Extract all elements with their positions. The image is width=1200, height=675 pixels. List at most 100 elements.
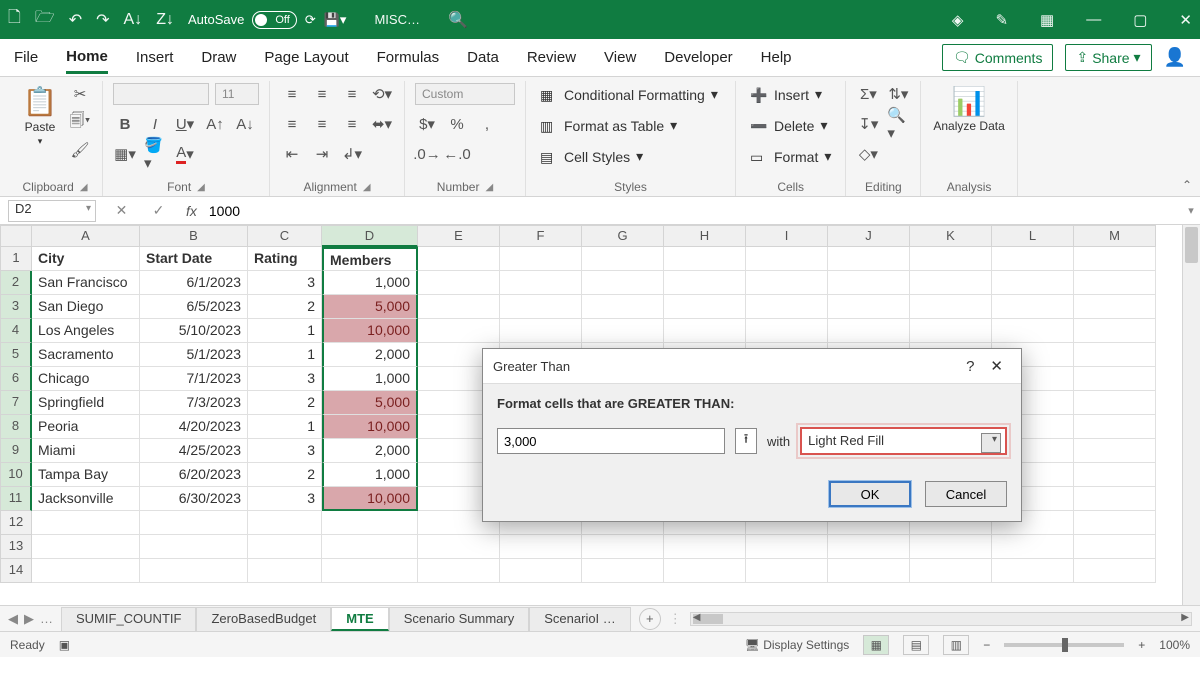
close-button[interactable]: ✕ bbox=[1179, 11, 1192, 29]
cell[interactable] bbox=[992, 247, 1074, 271]
sheet-tab[interactable]: SUMIF_COUNTIF bbox=[61, 607, 196, 631]
minimize-button[interactable]: — bbox=[1086, 11, 1101, 28]
row-header[interactable]: 6 bbox=[0, 367, 32, 391]
save-icon[interactable]: 💾▾ bbox=[324, 12, 347, 28]
refresh-icon[interactable]: ⟳ bbox=[305, 12, 316, 28]
cell[interactable] bbox=[248, 535, 322, 559]
cell[interactable]: 1 bbox=[248, 343, 322, 367]
share-button[interactable]: ⇪ Share ▾ bbox=[1065, 44, 1151, 71]
align-bottom-icon[interactable]: ≡ bbox=[340, 83, 364, 105]
align-center-icon[interactable]: ≡ bbox=[310, 113, 334, 135]
page-layout-view-icon[interactable]: ▤ bbox=[903, 635, 929, 655]
cell[interactable] bbox=[1074, 439, 1156, 463]
sort-asc-icon[interactable]: A↓ bbox=[124, 11, 143, 29]
cell[interactable] bbox=[828, 295, 910, 319]
page-break-view-icon[interactable]: ▥ bbox=[943, 635, 969, 655]
align-middle-icon[interactable]: ≡ bbox=[310, 83, 334, 105]
col-header-F[interactable]: F bbox=[500, 225, 582, 247]
add-sheet-button[interactable]: + bbox=[639, 608, 661, 630]
cell[interactable]: 6/1/2023 bbox=[140, 271, 248, 295]
cancel-button[interactable]: Cancel bbox=[925, 481, 1007, 507]
increase-decimal-icon[interactable]: .0→ bbox=[415, 143, 439, 165]
cell[interactable]: 2,000 bbox=[322, 439, 418, 463]
cell[interactable]: Los Angeles bbox=[32, 319, 140, 343]
currency-icon[interactable]: $▾ bbox=[415, 113, 439, 135]
cell[interactable]: 6/20/2023 bbox=[140, 463, 248, 487]
cell[interactable] bbox=[664, 535, 746, 559]
cell[interactable] bbox=[910, 247, 992, 271]
row-header[interactable]: 2 bbox=[0, 271, 32, 295]
tab-formulas[interactable]: Formulas bbox=[377, 43, 440, 72]
row-header[interactable]: 4 bbox=[0, 319, 32, 343]
cell[interactable] bbox=[500, 247, 582, 271]
cell[interactable] bbox=[992, 559, 1074, 583]
cell[interactable]: Miami bbox=[32, 439, 140, 463]
increase-indent-icon[interactable]: ⇥ bbox=[310, 143, 334, 165]
tab-data[interactable]: Data bbox=[467, 43, 499, 72]
cell[interactable] bbox=[992, 295, 1074, 319]
cell[interactable] bbox=[500, 319, 582, 343]
row-header[interactable]: 12 bbox=[0, 511, 32, 535]
cell[interactable] bbox=[828, 247, 910, 271]
cell[interactable]: 10,000 bbox=[322, 487, 418, 511]
cell[interactable]: Chicago bbox=[32, 367, 140, 391]
cell[interactable] bbox=[664, 295, 746, 319]
cell[interactable] bbox=[746, 319, 828, 343]
cell[interactable] bbox=[1074, 415, 1156, 439]
vertical-scrollbar[interactable] bbox=[1182, 225, 1200, 605]
cell[interactable]: Start Date bbox=[140, 247, 248, 271]
cell[interactable] bbox=[322, 535, 418, 559]
launcher-icon[interactable]: ◢ bbox=[485, 182, 493, 193]
cell[interactable] bbox=[582, 535, 664, 559]
col-header-G[interactable]: G bbox=[582, 225, 664, 247]
cell[interactable] bbox=[32, 511, 140, 535]
cell[interactable]: 1 bbox=[248, 319, 322, 343]
cell[interactable]: 2 bbox=[248, 295, 322, 319]
cell[interactable] bbox=[910, 535, 992, 559]
col-header-L[interactable]: L bbox=[992, 225, 1074, 247]
clear-icon[interactable]: ◇▾ bbox=[856, 143, 880, 165]
maximize-button[interactable]: ▢ bbox=[1133, 11, 1147, 29]
col-header-A[interactable]: A bbox=[32, 225, 140, 247]
launcher-icon[interactable]: ◢ bbox=[363, 182, 371, 193]
dialog-close-icon[interactable]: ✕ bbox=[982, 355, 1011, 377]
number-format-combo[interactable]: Custom bbox=[415, 83, 515, 105]
account-icon[interactable]: 👤 bbox=[1164, 47, 1186, 68]
autosum-icon[interactable]: Σ▾ bbox=[856, 83, 880, 105]
format-as-table-button[interactable]: ▥Format as Table ▾ bbox=[536, 114, 722, 137]
align-top-icon[interactable]: ≡ bbox=[280, 83, 304, 105]
cell[interactable]: Rating bbox=[248, 247, 322, 271]
cell[interactable] bbox=[746, 295, 828, 319]
cell[interactable]: Sacramento bbox=[32, 343, 140, 367]
zoom-in-icon[interactable]: + bbox=[1138, 638, 1145, 652]
insert-cells-button[interactable]: ➕Insert ▾ bbox=[746, 83, 835, 106]
cell[interactable] bbox=[992, 271, 1074, 295]
paste-button[interactable]: 📋 Paste▾ bbox=[18, 83, 62, 149]
cell[interactable] bbox=[1074, 367, 1156, 391]
font-size-combo[interactable]: 11 bbox=[215, 83, 259, 105]
align-left-icon[interactable]: ≡ bbox=[280, 113, 304, 135]
cell[interactable]: 5,000 bbox=[322, 391, 418, 415]
cell[interactable]: 6/5/2023 bbox=[140, 295, 248, 319]
cell[interactable]: 6/30/2023 bbox=[140, 487, 248, 511]
cell[interactable] bbox=[746, 247, 828, 271]
cell[interactable] bbox=[500, 271, 582, 295]
col-header-B[interactable]: B bbox=[140, 225, 248, 247]
cell[interactable] bbox=[1074, 487, 1156, 511]
find-icon[interactable]: 🔍▾ bbox=[886, 113, 910, 135]
cell[interactable] bbox=[1074, 247, 1156, 271]
collapse-ribbon-icon[interactable]: ⌃ bbox=[1182, 178, 1192, 192]
cell[interactable]: 1,000 bbox=[322, 271, 418, 295]
decrease-indent-icon[interactable]: ⇤ bbox=[280, 143, 304, 165]
cell[interactable] bbox=[32, 535, 140, 559]
cell[interactable]: 1 bbox=[248, 415, 322, 439]
conditional-formatting-button[interactable]: ▦Conditional Formatting ▾ bbox=[536, 83, 722, 106]
launcher-icon[interactable]: ◢ bbox=[197, 182, 205, 193]
autosave-toggle[interactable]: Off bbox=[252, 11, 296, 29]
cell[interactable] bbox=[418, 247, 500, 271]
sort-filter-icon[interactable]: ⇅▾ bbox=[886, 83, 910, 105]
col-header-E[interactable]: E bbox=[418, 225, 500, 247]
tab-draw[interactable]: Draw bbox=[201, 43, 236, 72]
cell[interactable] bbox=[1074, 295, 1156, 319]
cell[interactable]: 5/1/2023 bbox=[140, 343, 248, 367]
